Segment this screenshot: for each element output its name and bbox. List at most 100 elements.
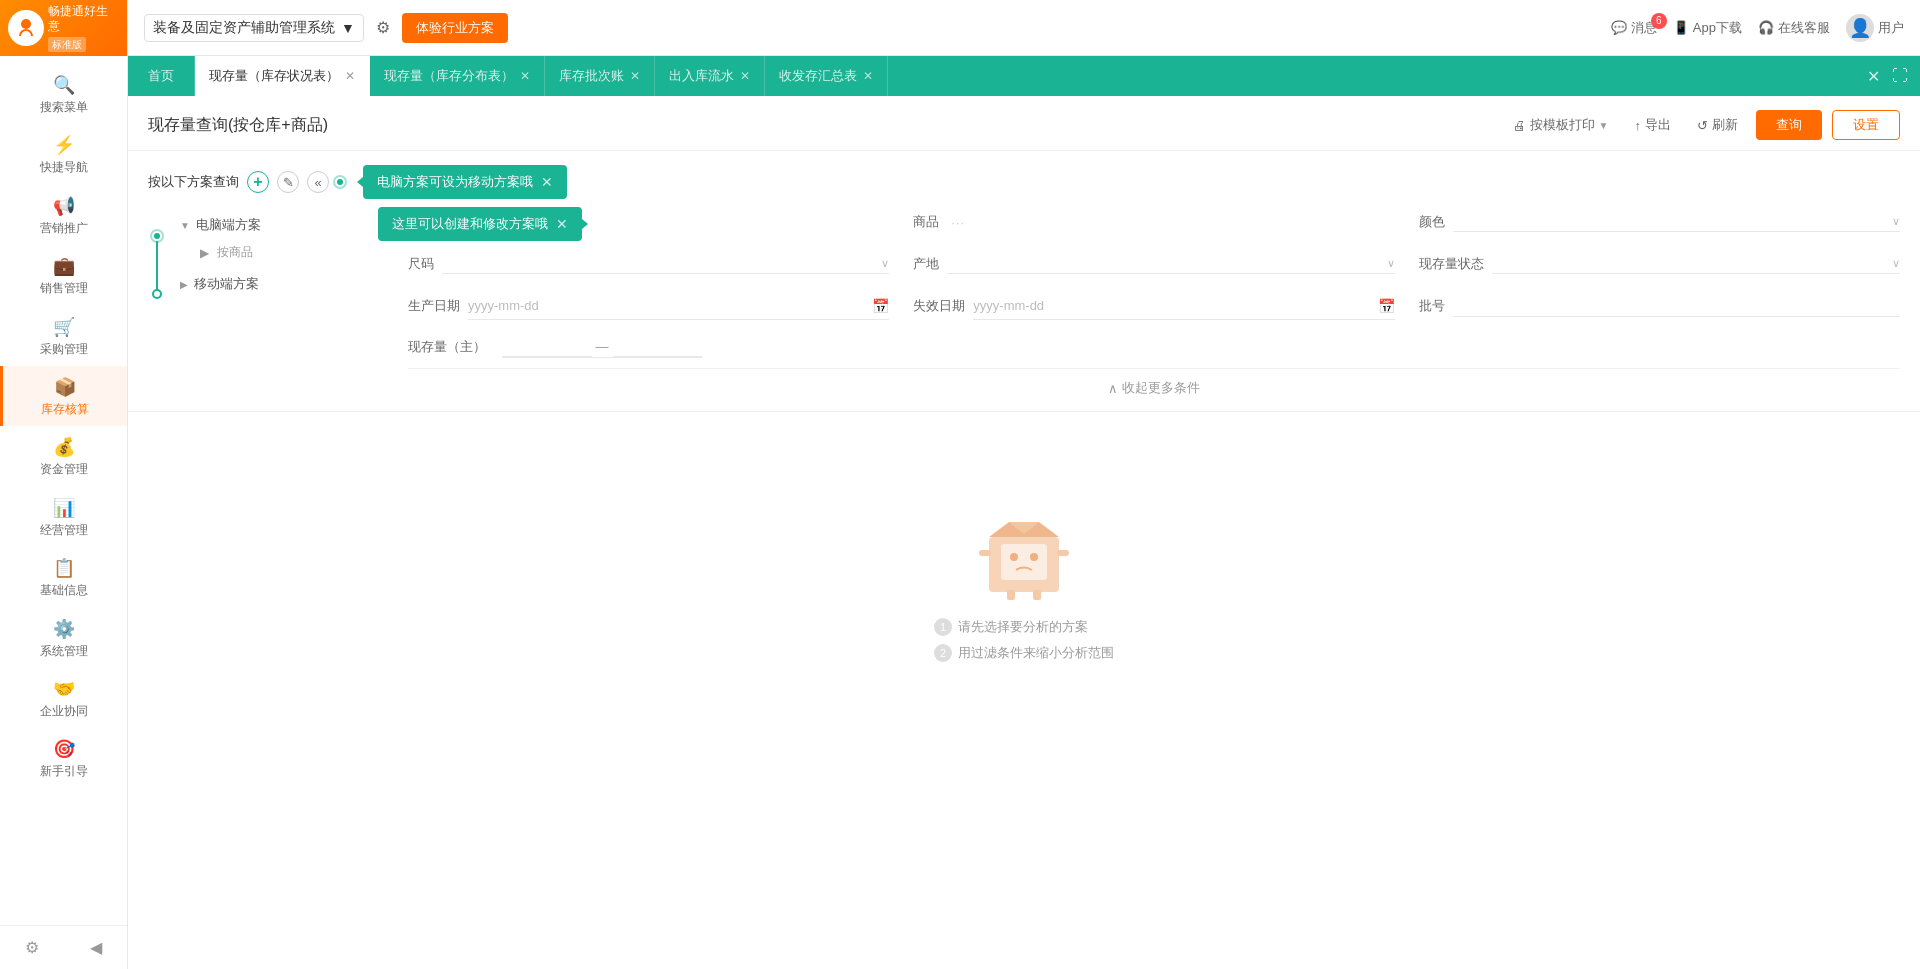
- tabbar-right: ✕ ⛶: [1863, 63, 1920, 90]
- tab-close-inventory-dist[interactable]: ✕: [520, 70, 530, 82]
- purchase-icon: 🛒: [53, 316, 75, 338]
- svg-rect-6: [1033, 590, 1041, 600]
- scheme-desktop-group: ▼ 电脑端方案 ▶ 按商品: [172, 211, 388, 266]
- edit-scheme-btn[interactable]: ✎: [277, 171, 299, 193]
- size-select[interactable]: ∨: [442, 254, 889, 274]
- tab-close-inventory-status[interactable]: ✕: [345, 70, 355, 82]
- filter-area: 按以下方案查询 + ✎ « 电脑方案可设为移动方案哦 ✕: [128, 151, 1920, 407]
- step2-text: 用过滤条件来缩小分析范围: [958, 644, 1114, 662]
- sidebar-item-quicknav[interactable]: ⚡ 快捷导航: [0, 124, 127, 184]
- scheme-tooltip: 这里可以创建和修改方案哦 ✕: [378, 207, 582, 241]
- app-logo: 畅捷通好生意 标准版: [0, 0, 127, 56]
- print-btn[interactable]: 🖨 按模板打印 ▼: [1505, 112, 1617, 138]
- tab-receive-summary-label: 收发存汇总表: [779, 67, 857, 85]
- tab-close-batch-ledger[interactable]: ✕: [630, 70, 640, 82]
- scheme-goods-icon: ▶: [200, 246, 209, 260]
- color-select[interactable]: ∨: [1453, 212, 1900, 232]
- tab-inventory-status[interactable]: 现存量（库存状况表） ✕: [195, 56, 370, 96]
- tab-inout-flow[interactable]: 出入库流水 ✕: [655, 56, 765, 96]
- batch-input[interactable]: [1453, 295, 1900, 317]
- filter-item-stock-status: 现存量状态 ∨: [1419, 249, 1900, 279]
- expire-date-input[interactable]: [973, 295, 1377, 316]
- origin-select[interactable]: ∨: [947, 254, 1394, 274]
- page-header: 现存量查询(按仓库+商品) 🖨 按模板打印 ▼ ↑ 导出 ↺ 刷新 查询 设置: [128, 96, 1920, 151]
- connector-line: [156, 233, 158, 293]
- scheme-tooltip-area: 这里可以创建和修改方案哦 ✕: [378, 207, 582, 241]
- tab-close-inout-flow[interactable]: ✕: [740, 70, 750, 82]
- tab-close-all-btn[interactable]: ✕: [1863, 63, 1884, 90]
- expire-date-cal-icon[interactable]: 📅: [1378, 298, 1395, 314]
- produce-date-cal-icon[interactable]: 📅: [872, 298, 889, 314]
- filter-row-2: 尺码 ∨ 产地 ∨: [408, 249, 1900, 279]
- size-select-arrow-icon: ∨: [881, 257, 889, 270]
- topbar-settings-btn[interactable]: ⚙: [376, 18, 390, 37]
- query-btn[interactable]: 查询: [1756, 110, 1822, 140]
- produce-date-input[interactable]: [468, 295, 872, 316]
- refresh-btn[interactable]: ↺ 刷新: [1689, 112, 1746, 138]
- sidebar-item-guide[interactable]: 🎯 新手引导: [0, 728, 127, 788]
- batch-control: [1453, 295, 1900, 317]
- export-btn[interactable]: ↑ 导出: [1627, 112, 1680, 138]
- scheme-tooltip-close[interactable]: ✕: [556, 216, 568, 232]
- setting-btn[interactable]: 设置: [1832, 110, 1900, 140]
- stock-qty-label: 现存量（主）: [408, 338, 486, 356]
- back-scheme-btn[interactable]: «: [307, 171, 329, 193]
- sidebar-item-finance[interactable]: 💰 资金管理: [0, 426, 127, 486]
- sidebar-item-management[interactable]: 📊 经营管理: [0, 487, 127, 547]
- sidebar-item-basic[interactable]: 📋 基础信息: [0, 547, 127, 607]
- collapse-sidebar-btn[interactable]: ◀: [90, 938, 102, 957]
- scheme-item-goods[interactable]: ▶ 按商品: [192, 239, 388, 266]
- experience-btn[interactable]: 体验行业方案: [402, 13, 508, 43]
- filter-item-batch: 批号: [1419, 291, 1900, 321]
- finance-icon: 💰: [53, 436, 75, 458]
- sidebar-label-inventory: 库存核算: [41, 402, 89, 416]
- tab-fullscreen-btn[interactable]: ⛶: [1888, 63, 1912, 89]
- inventory-icon: 📦: [54, 376, 76, 398]
- app-download-btn[interactable]: 📱 App下载: [1673, 19, 1742, 37]
- sidebar-item-enterprise[interactable]: 🤝 企业协同: [0, 668, 127, 728]
- sidebar-item-system[interactable]: ⚙️ 系统管理: [0, 608, 127, 668]
- main-content: 现存量查询(按仓库+商品) 🖨 按模板打印 ▼ ↑ 导出 ↺ 刷新 查询 设置: [128, 96, 1920, 969]
- refresh-label: 刷新: [1712, 116, 1738, 134]
- add-scheme-btn[interactable]: +: [247, 171, 269, 193]
- tab-batch-ledger[interactable]: 库存批次账 ✕: [545, 56, 655, 96]
- sidebar-item-search[interactable]: 🔍 搜索菜单: [0, 64, 127, 124]
- tab-home[interactable]: 首页: [128, 56, 195, 96]
- refresh-icon: ↺: [1697, 118, 1708, 133]
- stock-qty-max-input[interactable]: [613, 335, 703, 357]
- scheme-mobile-header[interactable]: ▶ 移动端方案: [172, 270, 388, 298]
- tab-receive-summary[interactable]: 收发存汇总表 ✕: [765, 56, 888, 96]
- svg-rect-2: [1001, 544, 1047, 580]
- topbar: 装备及固定资产辅助管理系统 ▼ ⚙ 体验行业方案 💬 消息 6 📱 App下载 …: [128, 0, 1920, 56]
- export-label: 导出: [1645, 116, 1671, 134]
- sidebar-nav: 🔍 搜索菜单 ⚡ 快捷导航 📢 营销推广 💼 销售管理 🛒 采购管理 📦 库存核…: [0, 56, 127, 925]
- scheme-popup-close[interactable]: ✕: [541, 174, 553, 190]
- stock-status-select-arrow-icon: ∨: [1892, 257, 1900, 270]
- stock-qty-min-input[interactable]: [502, 335, 592, 357]
- stock-status-select[interactable]: ∨: [1492, 254, 1900, 274]
- sidebar-item-marketing[interactable]: 📢 营销推广: [0, 185, 127, 245]
- sidebar-item-inventory[interactable]: 📦 库存核算: [0, 366, 127, 426]
- empty-svg-icon: [959, 492, 1089, 602]
- app-name: 畅捷通好生意: [48, 4, 119, 35]
- scheme-desktop-header[interactable]: ▼ 电脑端方案: [172, 211, 388, 239]
- online-support-btn[interactable]: 🎧 在线客服: [1758, 19, 1830, 37]
- produce-date-control: 📅: [468, 292, 889, 320]
- tab-close-receive-summary[interactable]: ✕: [863, 70, 873, 82]
- user-menu[interactable]: 👤 用户: [1846, 14, 1904, 42]
- empty-step-2: 2 用过滤条件来缩小分析范围: [934, 644, 1114, 662]
- export-icon: ↑: [1635, 118, 1642, 133]
- goods-dots-icon[interactable]: ···: [951, 215, 965, 230]
- sidebar-item-purchase[interactable]: 🛒 采购管理: [0, 306, 127, 366]
- settings-bottom-btn[interactable]: ⚙: [25, 938, 39, 957]
- print-arrow-icon: ▼: [1599, 120, 1609, 131]
- collapse-btn[interactable]: ∧ 收起更多条件: [408, 368, 1900, 407]
- app-selector[interactable]: 装备及固定资产辅助管理系统 ▼: [144, 14, 364, 42]
- sidebar-item-sales[interactable]: 💼 销售管理: [0, 245, 127, 305]
- tab-inventory-dist[interactable]: 现存量（库存分布表） ✕: [370, 56, 545, 96]
- scheme-list: ▼ 电脑端方案 ▶ 按商品: [148, 207, 388, 302]
- filter-item-color: 颜色 ∨: [1419, 207, 1900, 237]
- filter-item-produce-date: 生产日期 📅: [408, 291, 889, 321]
- message-btn[interactable]: 💬 消息 6: [1611, 19, 1657, 37]
- headset-icon: 🎧: [1758, 20, 1774, 35]
